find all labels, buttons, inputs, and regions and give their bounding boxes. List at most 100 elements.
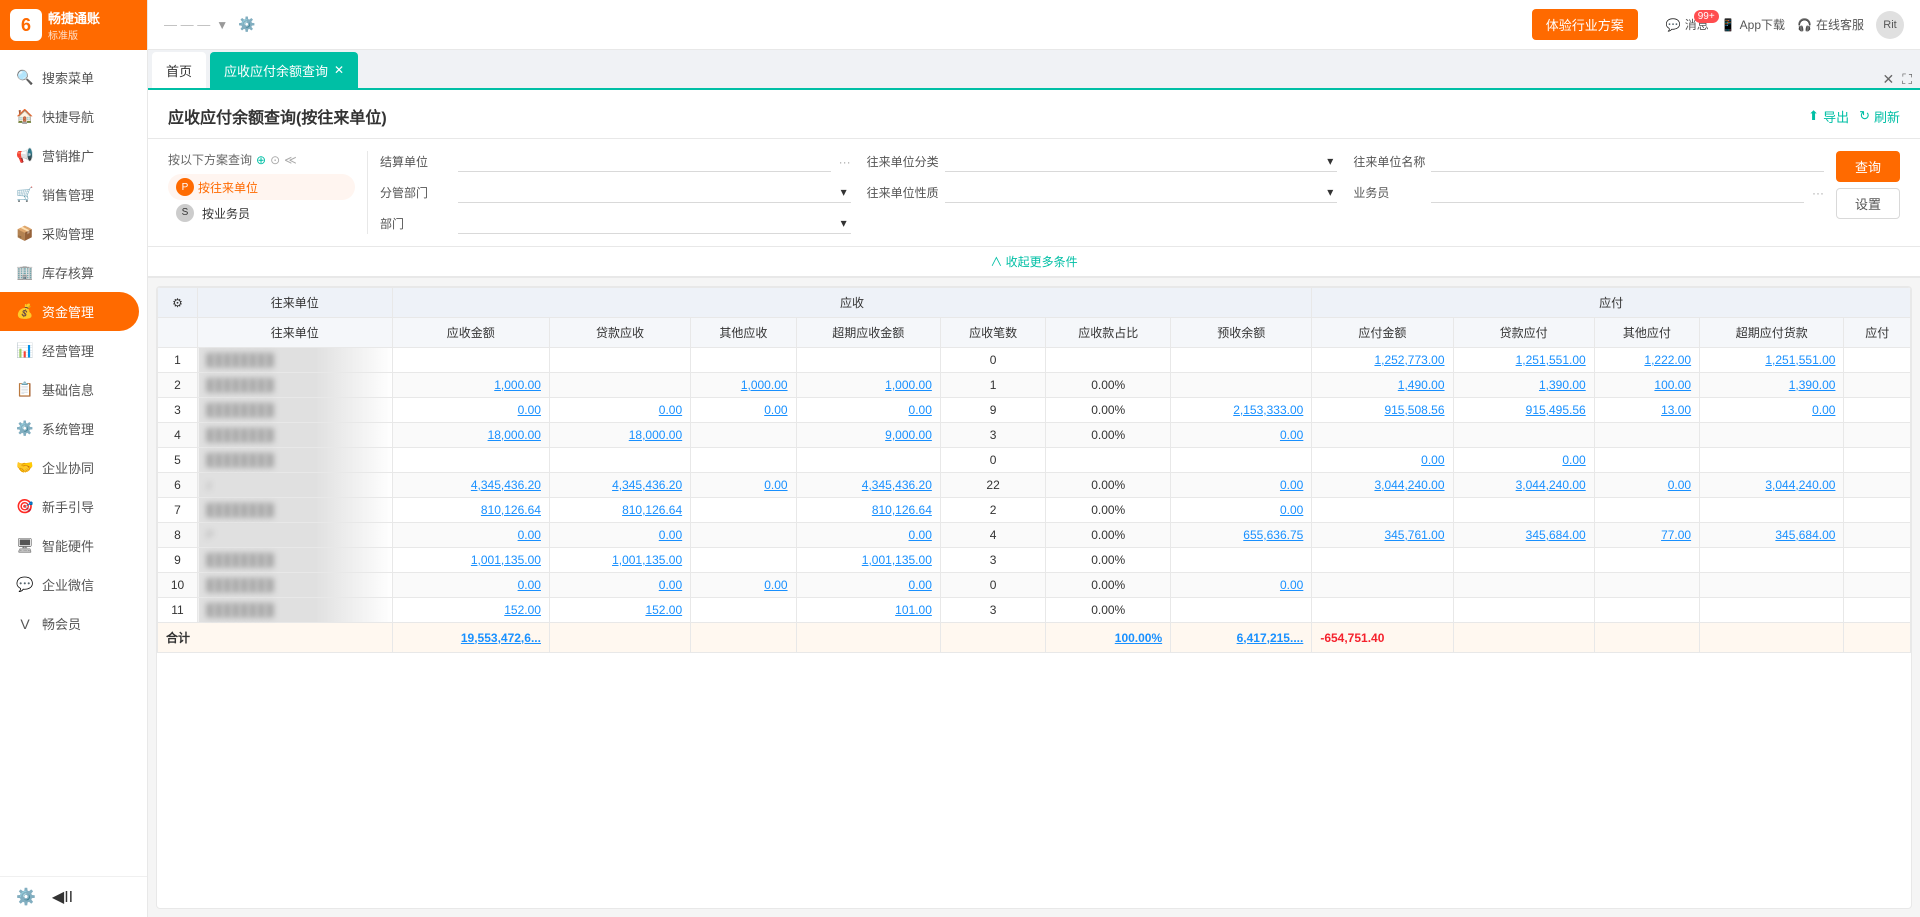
table-cell[interactable]: 0.00	[691, 398, 796, 423]
table-cell[interactable]	[1453, 548, 1594, 573]
table-cell[interactable]	[1700, 448, 1844, 473]
table-cell[interactable]: 0.00	[549, 398, 690, 423]
table-cell[interactable]: 0.00	[549, 573, 690, 598]
table-cell[interactable]: 4,345,436.20	[549, 473, 690, 498]
table-cell[interactable]	[1171, 348, 1312, 373]
table-cell[interactable]: 0.00	[1312, 448, 1453, 473]
table-cell[interactable]	[1700, 498, 1844, 523]
table-cell[interactable]: 0.00	[1171, 573, 1312, 598]
table-cell[interactable]: 0.00	[549, 523, 690, 548]
collapse2-icon[interactable]: ≪	[284, 153, 297, 167]
table-cell[interactable]	[1594, 598, 1699, 623]
table-cell[interactable]: 0.00	[1594, 473, 1699, 498]
table-cell[interactable]	[1171, 373, 1312, 398]
table-cell[interactable]: 77.00	[1594, 523, 1699, 548]
table-cell[interactable]	[796, 348, 940, 373]
sidebar-item-system[interactable]: ⚙️ 系统管理	[0, 409, 147, 448]
table-cell[interactable]	[1594, 448, 1699, 473]
table-cell[interactable]: 0.00	[392, 523, 549, 548]
table-cell[interactable]	[1700, 598, 1844, 623]
table-cell[interactable]: 1,222.00	[1594, 348, 1699, 373]
app-download-btn[interactable]: 📱 App下载	[1721, 16, 1785, 33]
table-cell[interactable]: 100.00	[1594, 373, 1699, 398]
table-cell[interactable]	[1594, 573, 1699, 598]
table-cell[interactable]	[691, 448, 796, 473]
table-cell[interactable]	[691, 598, 796, 623]
table-cell[interactable]: 915,495.56	[1453, 398, 1594, 423]
table-cell[interactable]: 4,345,436.20	[796, 473, 940, 498]
sidebar-item-sales[interactable]: 🛒 销售管理	[0, 175, 147, 214]
table-cell[interactable]: 0.00	[796, 398, 940, 423]
setting-button[interactable]: 设置	[1836, 188, 1900, 219]
table-cell[interactable]: 0.00	[691, 473, 796, 498]
settlement-input[interactable]	[458, 151, 831, 172]
table-cell[interactable]: 0.00	[1171, 423, 1312, 448]
table-cell[interactable]: 3,044,240.00	[1453, 473, 1594, 498]
table-cell[interactable]: 3,044,240.00	[1700, 473, 1844, 498]
table-cell[interactable]: 101.00	[796, 598, 940, 623]
tab-arbalance[interactable]: 应收应付余额查询 ✕	[210, 52, 358, 88]
table-cell[interactable]	[549, 448, 690, 473]
user-avatar[interactable]: Rit	[1876, 11, 1904, 39]
table-cell[interactable]	[1594, 423, 1699, 448]
online-service-btn[interactable]: 🎧 在线客服	[1797, 16, 1864, 33]
table-cell[interactable]	[392, 448, 549, 473]
table-cell[interactable]	[691, 498, 796, 523]
settings-gear-icon[interactable]: ⚙️	[238, 16, 255, 33]
salesman-input[interactable]	[1431, 182, 1804, 203]
table-cell[interactable]	[1453, 573, 1594, 598]
table-cell[interactable]: 9,000.00	[796, 423, 940, 448]
scheme-by-salesman[interactable]: S 按业务员	[168, 200, 355, 226]
sidebar-item-hardware[interactable]: 🖥 智能硬件	[0, 526, 147, 565]
table-cell[interactable]: 345,761.00	[1312, 523, 1453, 548]
table-cell[interactable]: 0.00	[1453, 448, 1594, 473]
table-cell[interactable]: 13.00	[1594, 398, 1699, 423]
table-cell[interactable]	[1700, 573, 1844, 598]
query-button[interactable]: 查询	[1836, 151, 1900, 182]
sidebar-item-basic[interactable]: 📋 基础信息	[0, 370, 147, 409]
table-cell[interactable]: 1,000.00	[392, 373, 549, 398]
refresh-btn[interactable]: ↻ 刷新	[1859, 107, 1900, 126]
scheme-by-partner[interactable]: P 按往来单位	[168, 174, 355, 200]
table-cell[interactable]	[392, 348, 549, 373]
sidebar-item-finance[interactable]: 💰 资金管理	[0, 292, 139, 331]
footer-ar-amount[interactable]: 19,553,472,6...	[392, 623, 549, 653]
table-cell[interactable]: 0.00	[392, 398, 549, 423]
table-cell[interactable]: 18,000.00	[549, 423, 690, 448]
sidebar-item-mgmt[interactable]: 📊 经营管理	[0, 331, 147, 370]
message-btn[interactable]: 💬 消息 99+	[1666, 16, 1709, 33]
table-cell[interactable]: 152.00	[392, 598, 549, 623]
sidebar-item-wechat[interactable]: 💬 企业微信	[0, 565, 147, 604]
dept-select[interactable]: ▾	[458, 182, 851, 203]
table-cell[interactable]: 1,001,135.00	[796, 548, 940, 573]
table-cell[interactable]	[1594, 548, 1699, 573]
sidebar-item-marketing[interactable]: 📢 营销推广	[0, 136, 147, 175]
table-cell[interactable]: 0.00	[796, 523, 940, 548]
table-cell[interactable]: 1,252,773.00	[1312, 348, 1453, 373]
table-cell[interactable]: 1,001,135.00	[549, 548, 690, 573]
table-cell[interactable]	[1700, 423, 1844, 448]
table-cell[interactable]	[1700, 548, 1844, 573]
table-cell[interactable]: 0.00	[796, 573, 940, 598]
settlement-dots-icon[interactable]: ···	[839, 155, 851, 169]
table-cell[interactable]: 810,126.64	[549, 498, 690, 523]
table-cell[interactable]: 2,153,333.00	[1171, 398, 1312, 423]
table-cell[interactable]: 1,000.00	[691, 373, 796, 398]
footer-ar-prepaid[interactable]: 6,417,215....	[1171, 623, 1312, 653]
table-cell[interactable]: 1,251,551.00	[1453, 348, 1594, 373]
partner-cat-select[interactable]: ▾	[945, 151, 1338, 172]
table-cell[interactable]	[1453, 498, 1594, 523]
table-cell[interactable]: 810,126.64	[796, 498, 940, 523]
table-cell[interactable]: 0.00	[1700, 398, 1844, 423]
table-cell[interactable]	[1312, 573, 1453, 598]
table-cell[interactable]: 0.00	[691, 573, 796, 598]
add-icon[interactable]: ⊕	[256, 153, 266, 167]
table-cell[interactable]: 0.00	[392, 573, 549, 598]
table-cell[interactable]: 345,684.00	[1453, 523, 1594, 548]
table-cell[interactable]	[691, 348, 796, 373]
subdept-select[interactable]: ▾	[458, 213, 851, 234]
salesman-dots-icon[interactable]: ···	[1812, 186, 1824, 200]
tab-expand-btn[interactable]: ⛶	[1902, 71, 1912, 88]
th-settings[interactable]: ⚙	[158, 288, 198, 318]
sidebar-item-quicknav[interactable]: 🏠 快捷导航	[0, 97, 147, 136]
